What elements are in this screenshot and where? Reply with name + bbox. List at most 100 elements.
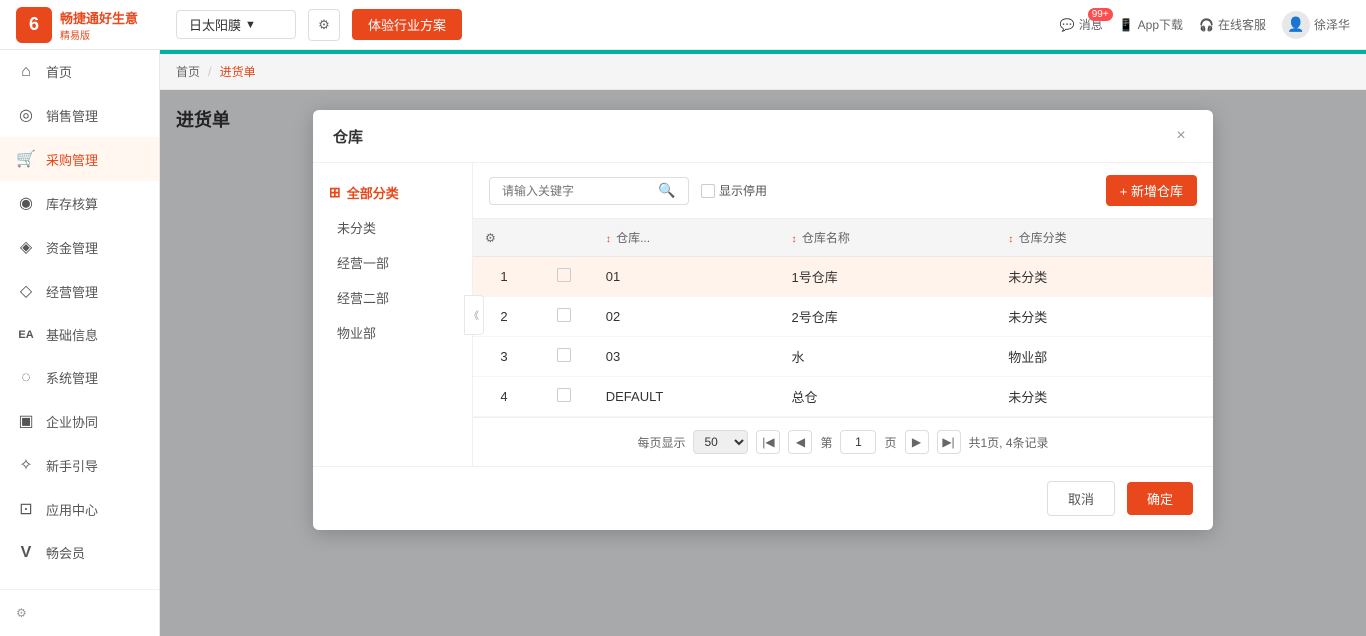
breadcrumb-sep: / — [208, 64, 212, 79]
header-right: 💬 消息 99+ 📱 App下载 🎧 在线客服 👤 徐泽华 — [1060, 11, 1350, 39]
home-icon: ⌂ — [16, 63, 36, 81]
category-item-property[interactable]: 物业部 — [313, 315, 472, 350]
table-row[interactable]: 1 01 1号仓库 未分类 — [473, 257, 1213, 297]
sidebar-item-finance[interactable]: ◈ 资金管理 — [0, 225, 159, 269]
category-all[interactable]: ⊞ 全部分类 — [313, 175, 472, 210]
sidebar-settings-button[interactable]: ⚙ — [0, 598, 159, 628]
cancel-button[interactable]: 取消 — [1047, 481, 1115, 516]
service-button[interactable]: 🎧 在线客服 — [1199, 16, 1266, 33]
modal-close-button[interactable]: × — [1169, 124, 1193, 148]
sidebar-item-inventory[interactable]: ◉ 库存核算 — [0, 181, 159, 225]
sidebar-item-newguide[interactable]: ✧ 新手引导 — [0, 443, 159, 487]
message-button[interactable]: 💬 消息 99+ — [1060, 16, 1103, 33]
sort-icon: ↕ — [1008, 234, 1013, 245]
show-disabled-label: 显示停用 — [719, 182, 767, 199]
row-number: 4 — [473, 377, 535, 417]
next-page-button[interactable]: ▶ — [905, 430, 929, 454]
collapse-panel-button[interactable]: 《 — [464, 295, 484, 335]
chevron-down-icon: ▼ — [245, 19, 256, 31]
category-panel: ⊞ 全部分类 未分类 经营一部 经营二部 物业部 《 — [313, 163, 473, 466]
row-checkbox[interactable] — [535, 297, 594, 337]
checkbox-icon — [701, 184, 715, 198]
sidebar-item-basic[interactable]: EA 基础信息 — [0, 313, 159, 356]
modal-warehouse: 仓库 × ⊞ 全部分类 未分类 经营一部 经营 — [313, 110, 1213, 530]
row-checkbox[interactable] — [535, 377, 594, 417]
guide-icon: ✧ — [16, 455, 36, 475]
th-name[interactable]: ↕ 仓库名称 — [780, 219, 997, 257]
modal-header: 仓库 × — [313, 110, 1213, 163]
sidebar-item-label: 基础信息 — [46, 325, 98, 344]
row-name: 水 — [780, 337, 997, 377]
logo-text: 畅捷通好生意 精易版 — [60, 8, 138, 42]
row-name: 2号仓库 — [780, 297, 997, 337]
row-checkbox[interactable] — [535, 257, 594, 297]
table-header-row: ⚙ ↕ 仓库... ↕ — [473, 219, 1213, 257]
search-input[interactable] — [498, 178, 658, 204]
modal-overlay: 仓库 × ⊞ 全部分类 未分类 经营一部 经营 — [160, 90, 1366, 636]
row-name: 总仓 — [780, 377, 997, 417]
operation-icon: ◇ — [16, 281, 36, 301]
app-icon: 📱 — [1119, 18, 1134, 32]
search-box: 🔍 — [489, 177, 689, 205]
row-category: 物业部 — [996, 337, 1213, 377]
row-category: 未分类 — [996, 297, 1213, 337]
row-checkbox[interactable] — [535, 337, 594, 377]
warehouse-table: ⚙ ↕ 仓库... ↕ — [473, 219, 1213, 417]
user-menu[interactable]: 👤 徐泽华 — [1282, 11, 1350, 39]
row-code: DEFAULT — [594, 377, 780, 417]
page-input[interactable] — [840, 430, 876, 454]
sidebar-item-system[interactable]: ◌ 系统管理 — [0, 356, 159, 399]
table-panel: 🔍 显示停用 + 新增仓库 — [473, 163, 1213, 466]
row-name: 1号仓库 — [780, 257, 997, 297]
service-label: 在线客服 — [1218, 16, 1266, 33]
pagination-bar: 每页显示 50 10 20 100 |◀ ◀ 第 — [473, 417, 1213, 466]
sidebar-item-label: 应用中心 — [46, 500, 98, 519]
category-item-dept1[interactable]: 经营一部 — [313, 245, 472, 280]
prev-page-button[interactable]: ◀ — [788, 430, 812, 454]
inventory-icon: ◉ — [16, 193, 36, 213]
sidebar-item-appcenter[interactable]: ⊡ 应用中心 — [0, 487, 159, 531]
gear-button[interactable]: ⚙ — [308, 9, 340, 41]
sort-icon: ↕ — [606, 234, 611, 245]
breadcrumb-current: 进货单 — [220, 63, 256, 80]
app-body: ⌂ 首页 ◎ 销售管理 🛒 采购管理 ◉ 库存核算 ◈ 资金管理 ◇ 经营管理 … — [0, 50, 1366, 636]
sidebar-item-label: 经营管理 — [46, 282, 98, 301]
search-icon[interactable]: 🔍 — [658, 182, 675, 199]
row-code: 01 — [594, 257, 780, 297]
category-item-unclassified[interactable]: 未分类 — [313, 210, 472, 245]
logo-icon: 6 — [16, 7, 52, 43]
sidebar-item-label: 采购管理 — [46, 150, 98, 169]
confirm-button[interactable]: 确定 — [1127, 482, 1193, 515]
sidebar-item-label: 销售管理 — [46, 106, 98, 125]
trial-button[interactable]: 体验行业方案 — [352, 9, 462, 40]
sidebar-item-label: 畅会员 — [46, 543, 85, 562]
store-selector[interactable]: 日太阳膜 ▼ — [176, 10, 296, 39]
table-body: 1 01 1号仓库 未分类 2 02 2号仓库 未分类 3 03 水 物业部 4… — [473, 257, 1213, 417]
th-code[interactable]: ↕ 仓库... — [594, 219, 780, 257]
last-page-button[interactable]: ▶| — [937, 430, 961, 454]
sidebar-item-home[interactable]: ⌂ 首页 — [0, 50, 159, 93]
category-item-dept2[interactable]: 经营二部 — [313, 280, 472, 315]
app-download-button[interactable]: 📱 App下载 — [1119, 16, 1183, 33]
page-area: 进货单 仓库 × ⊞ 全部分 — [160, 90, 1366, 636]
th-category[interactable]: ↕ 仓库分类 — [996, 219, 1213, 257]
row-category: 未分类 — [996, 257, 1213, 297]
add-warehouse-button[interactable]: + 新增仓库 — [1106, 175, 1197, 206]
system-icon: ◌ — [16, 369, 36, 387]
table-row[interactable]: 2 02 2号仓库 未分类 — [473, 297, 1213, 337]
sidebar-item-operation[interactable]: ◇ 经营管理 — [0, 269, 159, 313]
sidebar-item-vip[interactable]: V 畅会员 — [0, 531, 159, 574]
first-page-button[interactable]: |◀ — [756, 430, 780, 454]
row-code: 02 — [594, 297, 780, 337]
table-row[interactable]: 3 03 水 物业部 — [473, 337, 1213, 377]
sort-icon: ↕ — [792, 234, 797, 245]
sidebar-item-enterprise[interactable]: ▣ 企业协同 — [0, 399, 159, 443]
table-row[interactable]: 4 DEFAULT 总仓 未分类 — [473, 377, 1213, 417]
page-size-select[interactable]: 50 10 20 100 — [693, 430, 748, 454]
sales-icon: ◎ — [16, 105, 36, 125]
breadcrumb-home[interactable]: 首页 — [176, 63, 200, 80]
sidebar-item-sales[interactable]: ◎ 销售管理 — [0, 93, 159, 137]
show-disabled-checkbox[interactable]: 显示停用 — [701, 182, 767, 199]
total-label: 共1页, 4条记录 — [969, 434, 1049, 451]
sidebar-item-purchase[interactable]: 🛒 采购管理 — [0, 137, 159, 181]
